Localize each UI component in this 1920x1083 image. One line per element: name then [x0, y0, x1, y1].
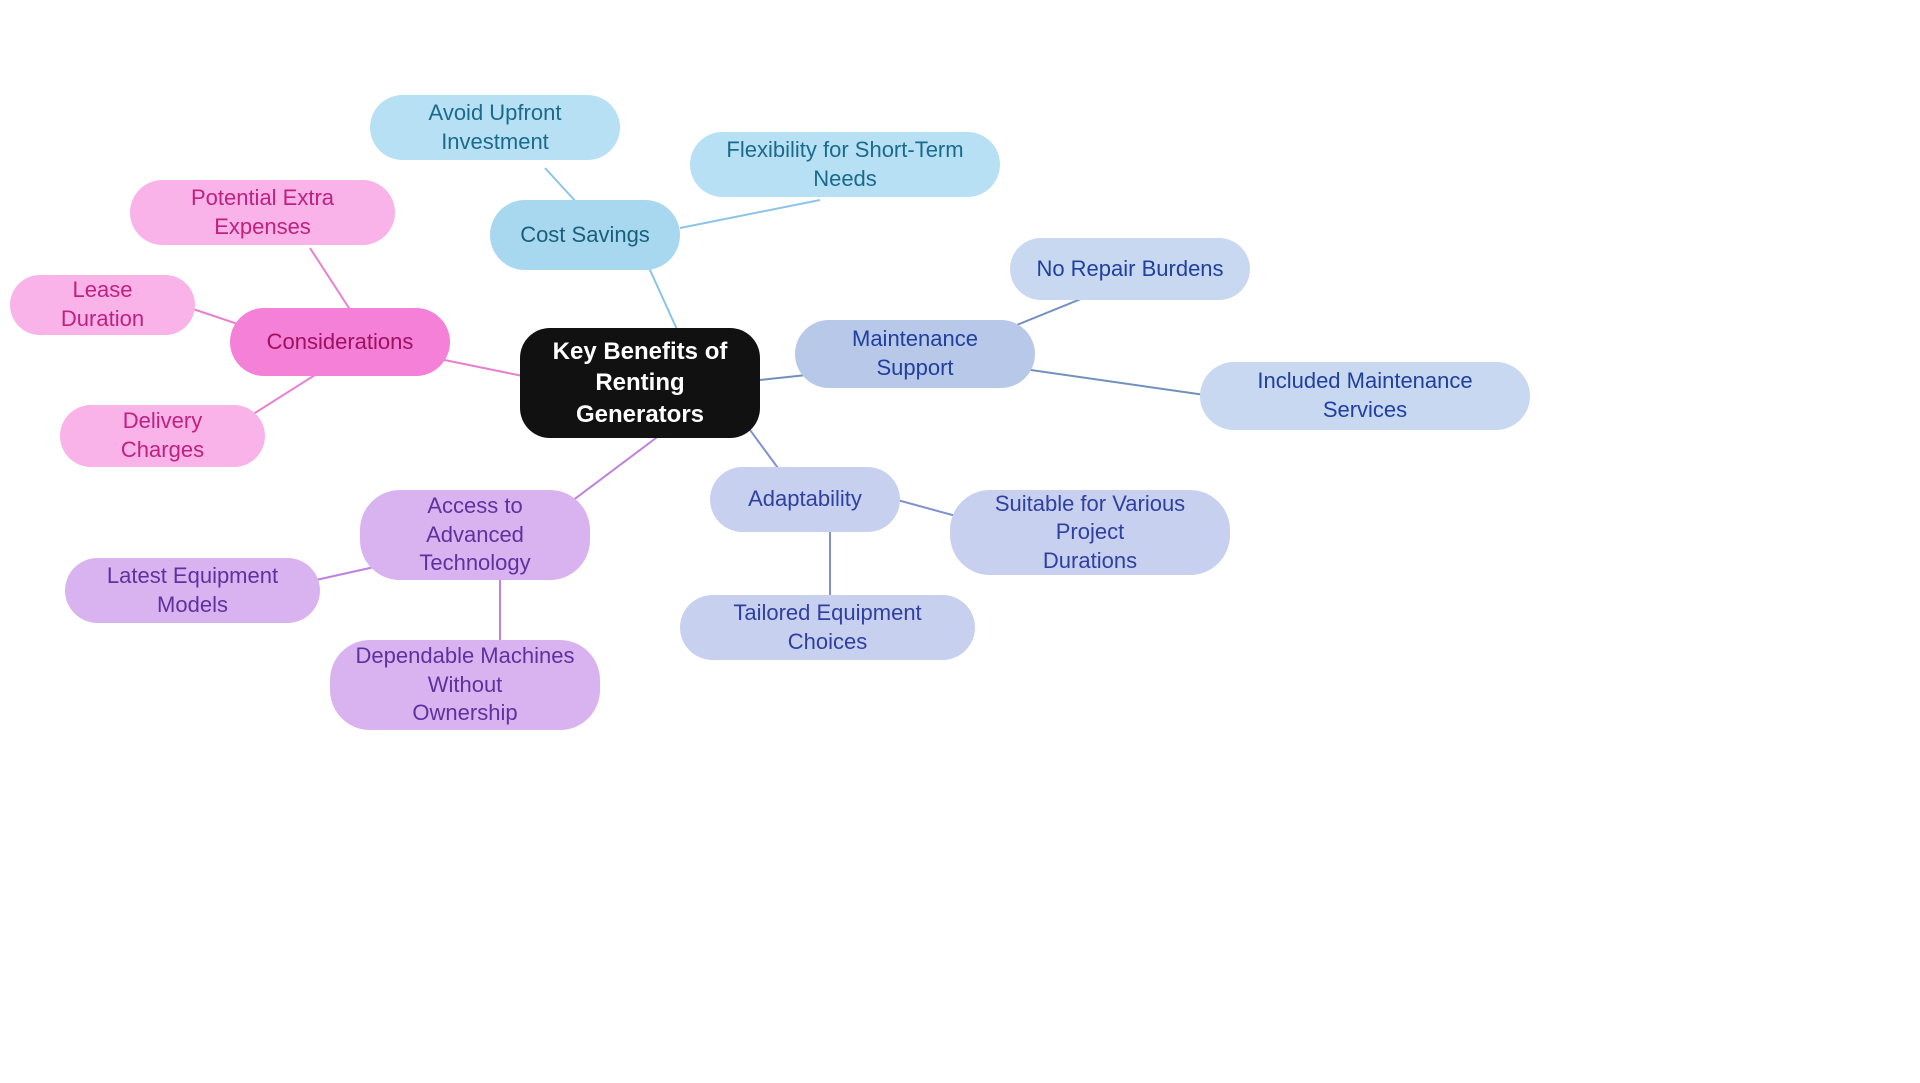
cost-savings-label: Cost Savings [520, 221, 650, 250]
considerations-node: Considerations [230, 308, 450, 376]
flexibility-node: Flexibility for Short-Term Needs [690, 132, 1000, 197]
access-advanced-node: Access to Advanced Technology [360, 490, 590, 580]
lease-duration-node: Lease Duration [10, 275, 195, 335]
avoid-upfront-node: Avoid Upfront Investment [370, 95, 620, 160]
access-advanced-label: Access to Advanced Technology [384, 492, 566, 578]
included-maintenance-label: Included Maintenance Services [1224, 367, 1506, 424]
adaptability-node: Adaptability [710, 467, 900, 532]
dependable-machines-label: Dependable Machines Without Ownership [354, 642, 576, 728]
suitable-project-label: Suitable for Various Project Durations [974, 490, 1206, 576]
latest-equipment-label: Latest Equipment Models [89, 562, 296, 619]
considerations-label: Considerations [267, 328, 414, 357]
avoid-upfront-label: Avoid Upfront Investment [394, 99, 596, 156]
tailored-equipment-label: Tailored Equipment Choices [704, 599, 951, 656]
maintenance-support-label: Maintenance Support [819, 325, 1011, 382]
dependable-machines-node: Dependable Machines Without Ownership [330, 640, 600, 730]
delivery-charges-node: Delivery Charges [60, 405, 265, 467]
included-maintenance-node: Included Maintenance Services [1200, 362, 1530, 430]
adaptability-label: Adaptability [748, 485, 862, 514]
suitable-project-node: Suitable for Various Project Durations [950, 490, 1230, 575]
maintenance-support-node: Maintenance Support [795, 320, 1035, 388]
cost-savings-node: Cost Savings [490, 200, 680, 270]
center-node: Key Benefits of Renting Generators [520, 328, 760, 438]
center-label: Key Benefits of Renting Generators [544, 336, 736, 430]
no-repair-label: No Repair Burdens [1036, 255, 1223, 284]
no-repair-node: No Repair Burdens [1010, 238, 1250, 300]
potential-extra-label: Potential Extra Expenses [154, 184, 371, 241]
lease-duration-label: Lease Duration [34, 276, 171, 333]
potential-extra-node: Potential Extra Expenses [130, 180, 395, 245]
delivery-charges-label: Delivery Charges [84, 407, 241, 464]
latest-equipment-node: Latest Equipment Models [65, 558, 320, 623]
flexibility-label: Flexibility for Short-Term Needs [714, 136, 976, 193]
tailored-equipment-node: Tailored Equipment Choices [680, 595, 975, 660]
